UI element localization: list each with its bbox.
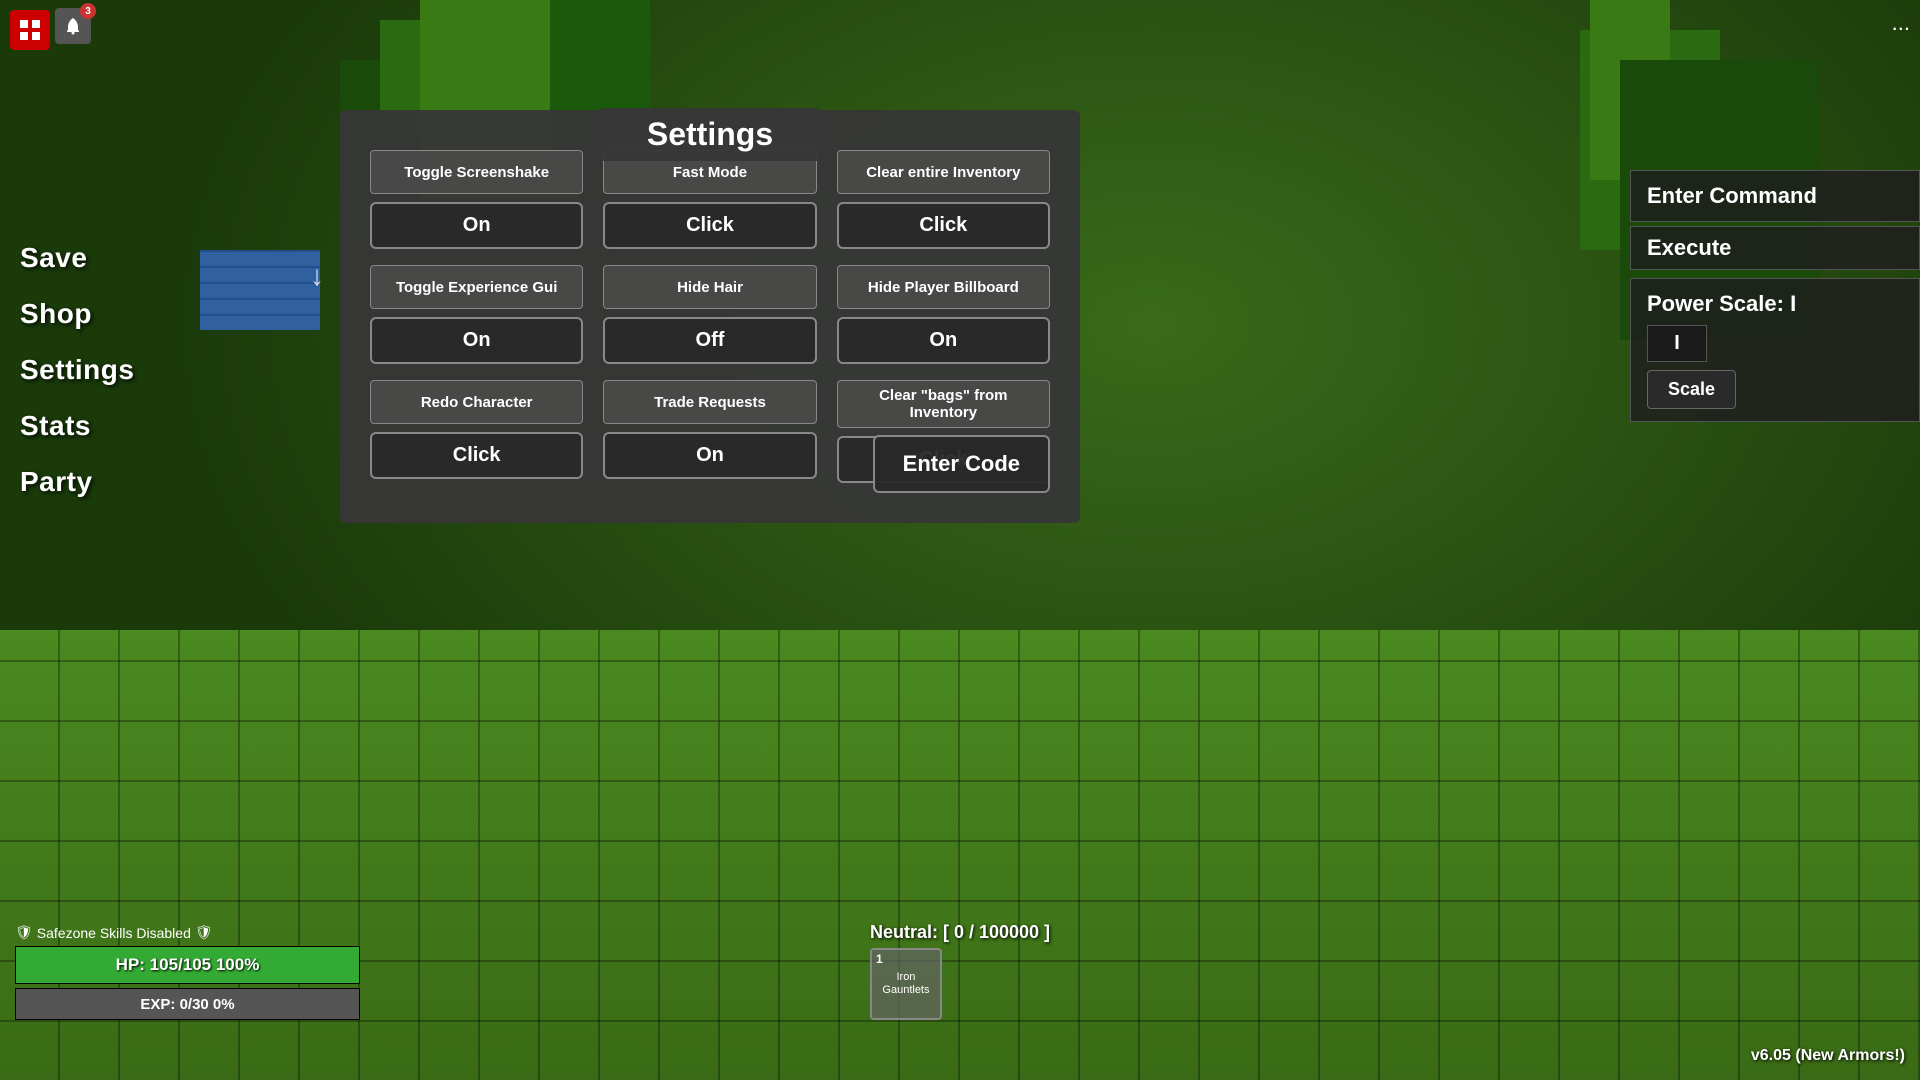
nav-settings-button[interactable]: Settings — [0, 342, 210, 398]
blue-wall — [200, 250, 320, 330]
setting-cell-hide-hair: Hide Hair Off — [603, 265, 816, 364]
bottom-hud: 🛡 Safezone Skills Disabled 🛡 HP: 105/105… — [15, 924, 360, 1020]
clear-inventory-button[interactable]: Click — [837, 202, 1050, 249]
command-label: Enter Command — [1647, 183, 1817, 208]
neutral-text: Neutral: [ 0 / 100000 ] — [870, 922, 1050, 943]
nav-stats-button[interactable]: Stats — [0, 398, 210, 454]
enter-code-button[interactable]: Enter Code — [873, 435, 1050, 493]
notification-badge[interactable]: 3 — [55, 8, 91, 44]
setting-cell-toggle-screenshake: Toggle Screenshake On — [370, 150, 583, 249]
item-slot[interactable]: 1 Iron Gauntlets — [870, 948, 942, 1020]
setting-cell-trade-requests: Trade Requests On — [603, 380, 816, 483]
clear-bags-label: Clear "bags" from Inventory — [837, 380, 1050, 428]
settings-modal: Toggle Screenshake On Fast Mode Click Cl… — [340, 110, 1080, 523]
settings-title: Settings — [597, 108, 823, 161]
redo-character-button[interactable]: Click — [370, 432, 583, 479]
toggle-screenshake-button[interactable]: On — [370, 202, 583, 249]
item-count: 1 — [876, 952, 883, 966]
command-box: Enter Command — [1630, 170, 1920, 222]
version-text: v6.05 (New Armors!) — [1751, 1047, 1905, 1065]
notification-icon[interactable]: 3 — [55, 8, 91, 44]
safezone-text: 🛡 Safezone Skills Disabled 🛡 — [15, 924, 360, 941]
fast-mode-button[interactable]: Click — [603, 202, 816, 249]
hp-text: HP: 105/105 100% — [116, 955, 260, 975]
hide-hair-label: Hide Hair — [603, 265, 816, 309]
power-scale-label: Power Scale: I — [1647, 291, 1903, 317]
right-panel: Enter Command Execute Power Scale: I Sca… — [1630, 170, 1920, 422]
shield-icon: 🛡 — [15, 924, 33, 941]
power-scale-box: Power Scale: I Scale — [1630, 278, 1920, 422]
hp-bar: HP: 105/105 100% — [15, 946, 360, 984]
setting-cell-hide-player-billboard: Hide Player Billboard On — [837, 265, 1050, 364]
execute-button[interactable]: Execute — [1630, 226, 1920, 270]
exp-bar: EXP: 0/30 0% — [15, 988, 360, 1020]
hide-hair-button[interactable]: Off — [603, 317, 816, 364]
nav-save-button[interactable]: Save — [0, 230, 210, 286]
hide-player-billboard-button[interactable]: On — [837, 317, 1050, 364]
scale-button[interactable]: Scale — [1647, 370, 1736, 409]
power-scale-input[interactable] — [1647, 325, 1707, 362]
setting-cell-toggle-exp-gui: Toggle Experience Gui On — [370, 265, 583, 364]
trade-requests-label: Trade Requests — [603, 380, 816, 424]
trade-requests-button[interactable]: On — [603, 432, 816, 479]
character-arrow: ↓ — [310, 260, 324, 292]
settings-title-bar: Settings — [340, 108, 1080, 161]
roblox-logo[interactable] — [10, 10, 50, 50]
setting-cell-fast-mode: Fast Mode Click — [603, 150, 816, 249]
redo-character-label: Redo Character — [370, 380, 583, 424]
left-nav: Save Shop Settings Stats Party — [0, 230, 210, 510]
nav-party-button[interactable]: Party — [0, 454, 210, 510]
toggle-exp-gui-label: Toggle Experience Gui — [370, 265, 583, 309]
nav-shop-button[interactable]: Shop — [0, 286, 210, 342]
settings-grid: Toggle Screenshake On Fast Mode Click Cl… — [370, 150, 1050, 483]
center-bottom-hud: Neutral: [ 0 / 100000 ] 1 Iron Gauntlets — [870, 922, 1050, 1020]
shield-icon-right: 🛡 — [195, 924, 213, 941]
notif-count: 3 — [80, 3, 96, 19]
item-name: Iron Gauntlets — [872, 971, 940, 997]
exp-text: EXP: 0/30 0% — [140, 996, 234, 1013]
setting-cell-redo-character: Redo Character Click — [370, 380, 583, 483]
toggle-exp-gui-button[interactable]: On — [370, 317, 583, 364]
more-options-button[interactable]: ... — [1892, 10, 1910, 36]
setting-cell-clear-inventory: Clear entire Inventory Click — [837, 150, 1050, 249]
hide-player-billboard-label: Hide Player Billboard — [837, 265, 1050, 309]
